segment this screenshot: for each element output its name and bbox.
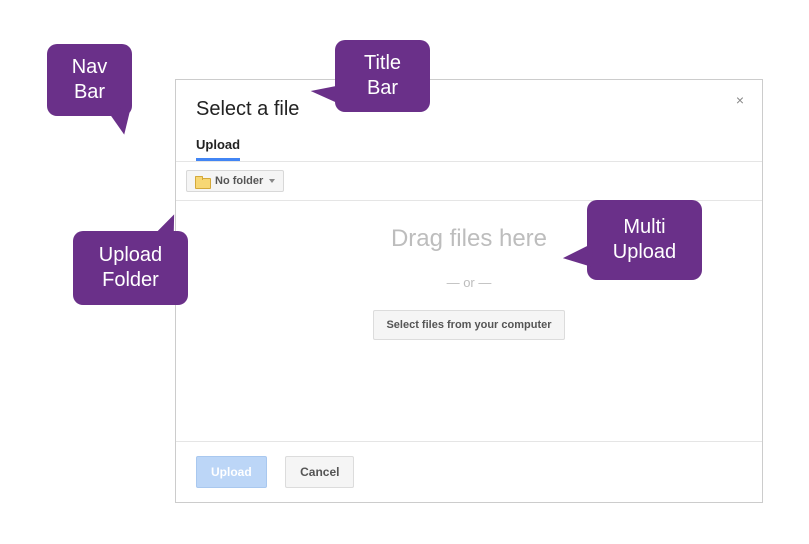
select-files-button[interactable]: Select files from your computer bbox=[373, 310, 564, 340]
folder-select-button[interactable]: No folder bbox=[186, 170, 284, 192]
callout-label: Upload Folder bbox=[87, 243, 174, 293]
tab-upload[interactable]: Upload bbox=[196, 133, 240, 161]
callout-tail-icon bbox=[109, 105, 140, 137]
cancel-button[interactable]: Cancel bbox=[285, 456, 354, 488]
callout-tail-icon bbox=[561, 244, 594, 272]
callout-nav-bar: Nav Bar bbox=[47, 44, 132, 116]
tabs-bar: Upload bbox=[176, 133, 762, 161]
callout-label: Title Bar bbox=[349, 51, 416, 101]
toolbar: No folder bbox=[176, 162, 762, 201]
folder-label: No folder bbox=[215, 175, 263, 187]
callout-title-bar: Title Bar bbox=[335, 40, 430, 112]
upload-button[interactable]: Upload bbox=[196, 456, 267, 488]
callout-label: Nav Bar bbox=[61, 55, 118, 105]
dialog-header: Select a file × bbox=[176, 80, 762, 133]
dialog-title: Select a file bbox=[196, 98, 299, 120]
callout-label: Multi Upload bbox=[601, 215, 688, 265]
callout-multi-upload: Multi Upload bbox=[587, 200, 702, 280]
folder-icon bbox=[195, 176, 209, 187]
dialog-footer: Upload Cancel bbox=[176, 441, 762, 502]
callout-tail-icon bbox=[152, 211, 178, 240]
chevron-down-icon bbox=[269, 179, 275, 183]
callout-upload-folder: Upload Folder bbox=[73, 231, 188, 305]
file-picker-dialog: Select a file × Upload No folder Drag fi… bbox=[175, 79, 763, 503]
close-icon[interactable]: × bbox=[730, 90, 750, 110]
